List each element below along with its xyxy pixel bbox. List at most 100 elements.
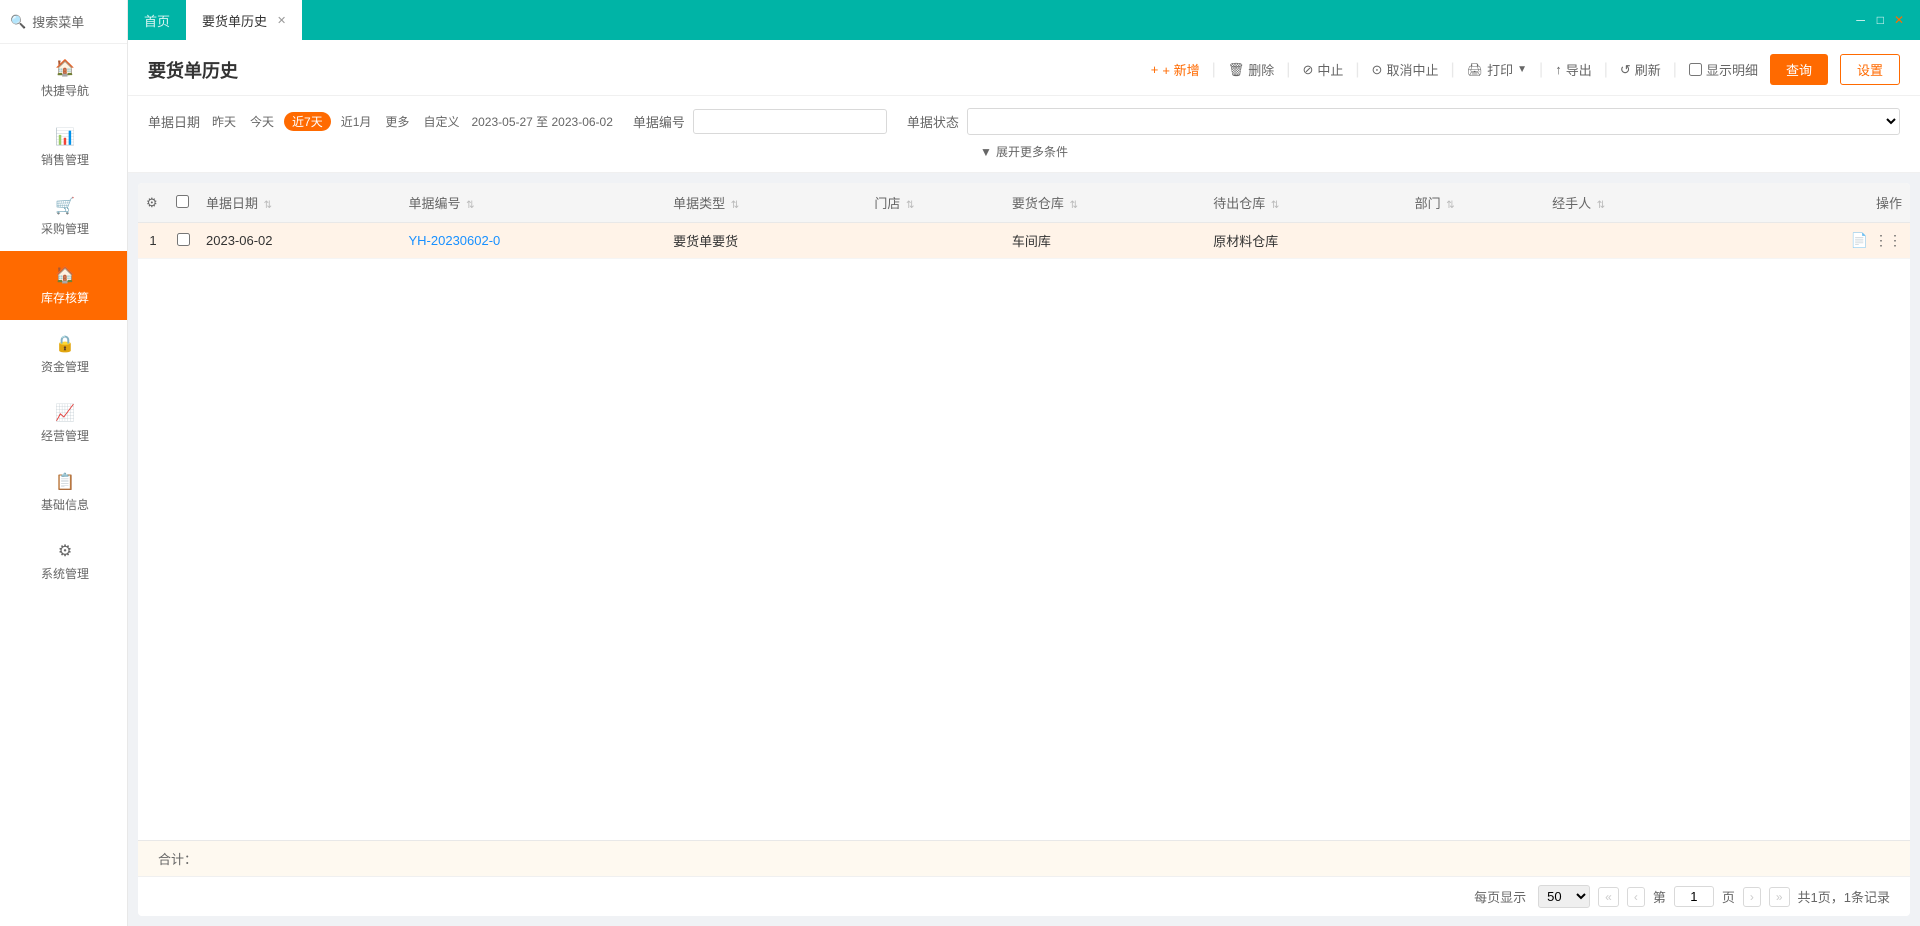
refresh-button[interactable]: ↺ 刷新: [1620, 60, 1661, 79]
date-filter-label: 单据日期: [148, 112, 200, 131]
date-shortcut-today[interactable]: 今天: [246, 112, 278, 131]
date-shortcut-last7days[interactable]: 近7天: [284, 112, 331, 131]
page-size-label: 每页显示: [1474, 887, 1526, 906]
home-icon: 🏠: [55, 58, 75, 78]
no-col-header[interactable]: 单据编号 ⇅: [400, 183, 665, 223]
select-all-checkbox[interactable]: [176, 195, 189, 208]
row-store-1: [866, 223, 1004, 259]
sidebar-item-label: 资金管理: [41, 358, 89, 375]
tab-close-icon[interactable]: ✕: [277, 14, 286, 27]
topbar: 首页 要货单历史 ✕ － □ ✕: [128, 0, 1920, 40]
handler-col-header[interactable]: 经手人 ⇅: [1544, 183, 1713, 223]
system-icon: ⚙: [58, 541, 72, 561]
date-shortcut-custom[interactable]: 自定义: [419, 112, 463, 131]
basics-icon: 📋: [55, 472, 75, 492]
date-shortcuts: 昨天 今天 近7天 近1月 更多 自定义: [208, 112, 463, 131]
row-handler-1: [1544, 223, 1713, 259]
sidebar-item-operations[interactable]: 📈 经营管理: [0, 389, 127, 458]
prev-page-button[interactable]: ‹: [1627, 887, 1645, 907]
pagination-bar: 每页显示 20 50 100 « ‹ 第 页 › » 共1页，1条记录: [138, 876, 1910, 916]
delete-button[interactable]: 🗑 删除: [1228, 60, 1275, 79]
date-shortcut-more[interactable]: 更多: [381, 112, 413, 131]
sidebar-item-inventory[interactable]: 🏠 库存核算: [0, 251, 127, 320]
settings-button[interactable]: 设置: [1840, 54, 1900, 85]
filter-row-1: 单据日期 昨天 今天 近7天 近1月 更多 自定义 2023-05-27 至 2…: [148, 108, 1900, 135]
purchase-icon: 🛒: [55, 196, 75, 216]
row-req-warehouse-1: 车间库: [1004, 223, 1205, 259]
sidebar-item-basics[interactable]: 📋 基础信息: [0, 458, 127, 527]
expand-more-icon: ▼: [980, 145, 992, 159]
close-button[interactable]: ✕: [1894, 13, 1904, 27]
type-col-header[interactable]: 单据类型 ⇅: [665, 183, 866, 223]
cancel-stop-button[interactable]: ⊙ 取消中止: [1372, 60, 1439, 79]
page-header-actions: + + 新增 | 🗑 删除 | ⊘ 中止 | ⊙ 取消中止 |: [1151, 54, 1900, 85]
sidebar-item-system[interactable]: ⚙ 系统管理: [0, 527, 127, 596]
table-row[interactable]: 1 2023-06-02 YH-20230602-0 要货单要货 车间库: [138, 223, 1910, 259]
pending-warehouse-col-header[interactable]: 待出仓库 ⇅: [1205, 183, 1406, 223]
row-no-link-1[interactable]: YH-20230602-0: [408, 233, 500, 248]
export-button[interactable]: ↑ 导出: [1555, 60, 1592, 79]
doc-status-select[interactable]: [967, 108, 1900, 135]
page-number-input[interactable]: [1674, 886, 1714, 907]
table-area: ⚙ 单据日期 ⇅ 单据编号 ⇅: [138, 183, 1910, 916]
topbar-window-controls: － □ ✕: [1839, 12, 1920, 29]
settings-col-header[interactable]: ⚙: [138, 183, 168, 223]
row-no-1: YH-20230602-0: [400, 223, 665, 259]
stop-icon: ⊘: [1302, 62, 1313, 78]
department-col-header[interactable]: 部门 ⇅: [1407, 183, 1545, 223]
next-page-button[interactable]: ›: [1743, 887, 1761, 907]
page-content: 要货单历史 + + 新增 | 🗑 删除 | ⊘ 中止 | ⊙: [128, 40, 1920, 926]
add-icon: +: [1151, 62, 1159, 77]
total-info: 共1页，1条记录: [1798, 887, 1890, 906]
pending-warehouse-sort-icon: ⇅: [1271, 200, 1279, 211]
row-pending-warehouse-1: 原材料仓库: [1205, 223, 1406, 259]
date-shortcut-last1month[interactable]: 近1月: [337, 112, 376, 131]
page-size-select[interactable]: 20 50 100: [1538, 885, 1590, 908]
operations-icon: 📈: [55, 403, 75, 423]
store-sort-icon: ⇅: [906, 200, 914, 211]
req-warehouse-col-header[interactable]: 要货仓库 ⇅: [1004, 183, 1205, 223]
ops-col-header: 操作: [1714, 183, 1910, 223]
first-page-button[interactable]: «: [1598, 887, 1619, 907]
sidebar-item-purchase[interactable]: 🛒 采购管理: [0, 182, 127, 251]
tab-home[interactable]: 首页: [128, 0, 186, 40]
show-detail-checkbox[interactable]: [1689, 63, 1702, 76]
sidebar-item-finance[interactable]: 🔒 资金管理: [0, 320, 127, 389]
sidebar-search[interactable]: 🔍 搜索菜单: [0, 0, 127, 44]
date-shortcut-yesterday[interactable]: 昨天: [208, 112, 240, 131]
date-col-header[interactable]: 单据日期 ⇅: [198, 183, 400, 223]
store-col-header[interactable]: 门店 ⇅: [866, 183, 1004, 223]
row-more-btn-1[interactable]: ⋮⋮: [1874, 232, 1902, 249]
minimize-button[interactable]: －: [1855, 12, 1867, 29]
add-button[interactable]: + + 新增: [1151, 60, 1200, 79]
sidebar-item-label: 采购管理: [41, 220, 89, 237]
row-view-btn-1[interactable]: 📄: [1851, 232, 1868, 249]
separator-7: |: [1673, 61, 1677, 79]
query-button[interactable]: 查询: [1770, 54, 1828, 85]
sidebar-item-sales[interactable]: 📊 销售管理: [0, 113, 127, 182]
sidebar-item-quick-nav[interactable]: 🏠 快捷导航: [0, 44, 127, 113]
stop-button[interactable]: ⊘ 中止: [1302, 60, 1343, 79]
type-sort-icon: ⇅: [731, 200, 739, 211]
table-body: 1 2023-06-02 YH-20230602-0 要货单要货 车间库: [138, 223, 1910, 259]
sidebar-item-label: 基础信息: [41, 496, 89, 513]
tab-requisition-history[interactable]: 要货单历史 ✕: [186, 0, 302, 40]
separator-4: |: [1450, 61, 1454, 79]
show-detail-toggle[interactable]: 显示明细: [1689, 60, 1758, 79]
doc-status-filter: 单据状态: [907, 108, 1900, 135]
finance-icon: 🔒: [55, 334, 75, 354]
last-page-button[interactable]: »: [1769, 887, 1790, 907]
doc-no-label: 单据编号: [633, 112, 685, 131]
sidebar: 🔍 搜索菜单 🏠 快捷导航 📊 销售管理 🛒 采购管理 🏠 库存核算 🔒 资金管…: [0, 0, 128, 926]
doc-no-input[interactable]: [693, 109, 887, 134]
expand-more-btn[interactable]: ▼ 展开更多条件: [148, 143, 1900, 160]
row-checkbox-1[interactable]: [168, 223, 198, 259]
expand-more-label: 展开更多条件: [996, 143, 1068, 160]
doc-status-label: 单据状态: [907, 112, 959, 131]
maximize-button[interactable]: □: [1877, 13, 1884, 27]
export-icon: ↑: [1555, 62, 1562, 77]
row-select-checkbox-1[interactable]: [177, 233, 190, 246]
doc-no-filter: 单据编号: [633, 109, 887, 134]
table-wrap: ⚙ 单据日期 ⇅ 单据编号 ⇅: [138, 183, 1910, 840]
print-button[interactable]: 🖨 打印 ▼: [1467, 60, 1527, 79]
